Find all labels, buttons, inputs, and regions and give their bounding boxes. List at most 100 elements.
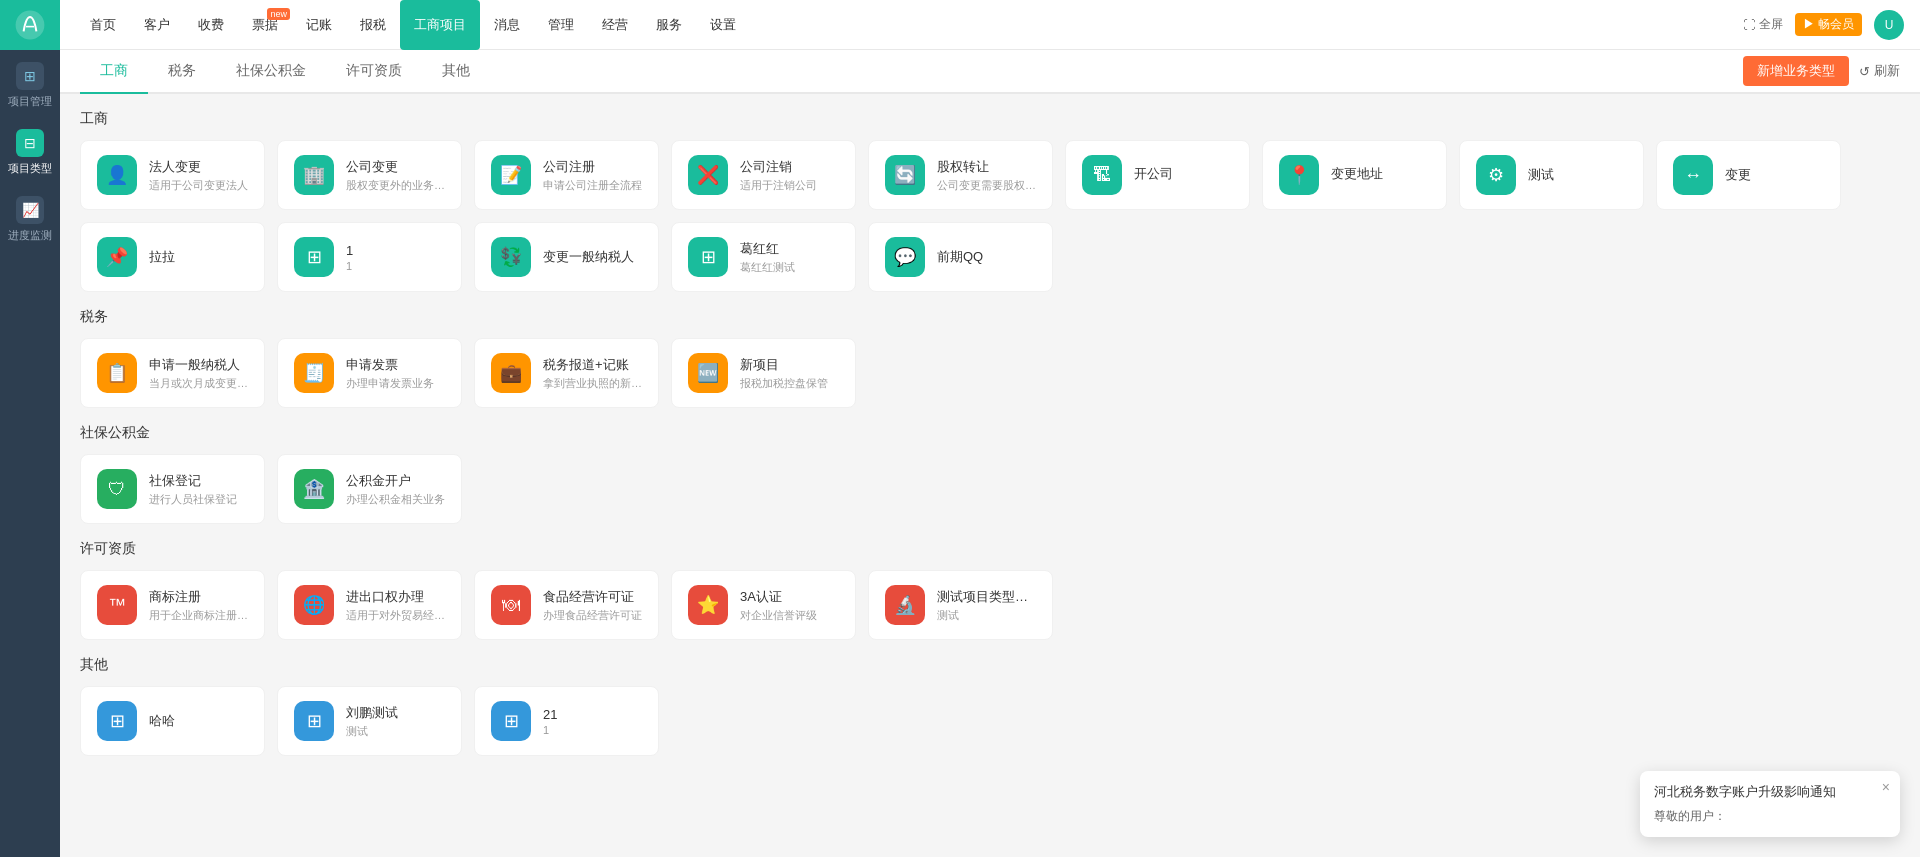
card-open-company[interactable]: 🏗 开公司: [1065, 140, 1250, 210]
svg-point-0: [16, 11, 45, 40]
card-name: 公积金开户: [346, 472, 445, 490]
card-change-taxpayer[interactable]: 💱 变更一般纳税人: [474, 222, 659, 292]
social-cards: 🛡 社保登记 进行人员社保登记 🏦 公积金开户 办理公积金相关业务: [80, 454, 1900, 524]
nav-operation[interactable]: 经营: [588, 0, 642, 50]
card-ge-hong-hong[interactable]: ⊞ 葛红红 葛红红测试: [671, 222, 856, 292]
card-trademark[interactable]: ™ 商标注册 用于企业商标注册服务: [80, 570, 265, 640]
nav-accounting[interactable]: 记账: [292, 0, 346, 50]
card-icon: 🧾: [294, 353, 334, 393]
nav-tax[interactable]: 报税: [346, 0, 400, 50]
sidebar-item-project-type[interactable]: ⊟ 项目类型: [0, 117, 60, 184]
avatar-text: U: [1885, 18, 1894, 32]
card-import-export[interactable]: 🌐 进出口权办理 适用于对外贸易经营者: [277, 570, 462, 640]
nav-manage[interactable]: 管理: [534, 0, 588, 50]
card-name: 测试项目类型目定义: [937, 588, 1036, 606]
card-name: 税务报道+记账: [543, 356, 642, 374]
nav-industry[interactable]: 工商项目: [400, 0, 480, 50]
card-icon: 📋: [97, 353, 137, 393]
sidebar-item-project-manage[interactable]: ⊞ 项目管理: [0, 50, 60, 117]
nav-billing[interactable]: 收费: [184, 0, 238, 50]
card-desc: 办理食品经营许可证: [543, 608, 642, 623]
card-icon: 📌: [97, 237, 137, 277]
notification-popup: × 河北税务数字账户升级影响通知 尊敬的用户：: [1640, 771, 1900, 837]
card-icon: 📝: [491, 155, 531, 195]
card-icon: 🌐: [294, 585, 334, 625]
card-food-license[interactable]: 🍽 食品经营许可证 办理食品经营许可证: [474, 570, 659, 640]
card-desc: 办理申请发票业务: [346, 376, 445, 391]
card-change[interactable]: ↔ 变更: [1656, 140, 1841, 210]
card-pre-qq[interactable]: 💬 前期QQ: [868, 222, 1053, 292]
card-icon: ⊞: [491, 701, 531, 741]
card-icon: ⊞: [294, 237, 334, 277]
card-company-cancel[interactable]: ❌ 公司注销 适用于注销公司: [671, 140, 856, 210]
card-name: 变更: [1725, 166, 1824, 184]
card-icon: ↔: [1673, 155, 1713, 195]
card-company-change[interactable]: 🏢 公司变更 股权变更外的业务变更: [277, 140, 462, 210]
vip-label: 畅会员: [1818, 17, 1854, 31]
card-num1[interactable]: ⊞ 1 1: [277, 222, 462, 292]
sidebar-item-progress-monitor[interactable]: 📈 进度监测: [0, 184, 60, 251]
sidebar-item-label: 项目管理: [8, 94, 52, 109]
nav-customer[interactable]: 客户: [130, 0, 184, 50]
card-fund-open[interactable]: 🏦 公积金开户 办理公积金相关业务: [277, 454, 462, 524]
card-name: 公司注销: [740, 158, 839, 176]
fullscreen-btn[interactable]: ⛶ 全屏: [1743, 16, 1783, 33]
card-desc: 适用于公司变更法人: [149, 178, 248, 193]
card-tax-report-accounting[interactable]: 💼 税务报道+记账 拿到营业执照的新公司: [474, 338, 659, 408]
card-name: 变更一般纳税人: [543, 248, 642, 266]
card-3a-cert[interactable]: ⭐ 3A认证 对企业信誉评级: [671, 570, 856, 640]
card-test-type-define[interactable]: 🔬 测试项目类型目定义 测试: [868, 570, 1053, 640]
tab-industry[interactable]: 工商: [80, 50, 148, 94]
nav-home[interactable]: 首页: [76, 0, 130, 50]
tab-social[interactable]: 社保公积金: [216, 50, 326, 94]
card-liu-peng-test[interactable]: ⊞ 刘鹏测试 测试: [277, 686, 462, 756]
card-icon: ™: [97, 585, 137, 625]
card-social-register[interactable]: 🛡 社保登记 进行人员社保登记: [80, 454, 265, 524]
card-icon: 🍽: [491, 585, 531, 625]
avatar[interactable]: U: [1874, 10, 1904, 40]
card-icon: 🔬: [885, 585, 925, 625]
card-desc: 1: [543, 724, 642, 736]
tab-license[interactable]: 许可资质: [326, 50, 422, 94]
card-name: 新项目: [740, 356, 839, 374]
card-icon: ⊞: [688, 237, 728, 277]
notification-text: 尊敬的用户：: [1654, 807, 1886, 825]
card-company-register[interactable]: 📝 公司注册 申请公司注册全流程: [474, 140, 659, 210]
license-cards: ™ 商标注册 用于企业商标注册服务 🌐 进出口权办理 适用于对外贸易经营者 🍽: [80, 570, 1900, 640]
scroll-content: 工商 👤 法人变更 适用于公司变更法人 🏢 公司变更 股权变更外的业务变更: [60, 94, 1920, 857]
card-desc: 公司变更需要股权转让: [937, 178, 1036, 193]
card-new-project[interactable]: 🆕 新项目 报税加税控盘保管: [671, 338, 856, 408]
refresh-icon: ↺: [1859, 64, 1870, 79]
new-business-button[interactable]: 新增业务类型: [1743, 56, 1849, 86]
card-test[interactable]: ⚙ 测试: [1459, 140, 1644, 210]
nav-settings[interactable]: 设置: [696, 0, 750, 50]
content-area: 工商 税务 社保公积金 许可资质 其他 新增业务类型 ↺ 刷新: [60, 50, 1920, 857]
card-lala[interactable]: 📌 拉拉: [80, 222, 265, 292]
nav-service[interactable]: 服务: [642, 0, 696, 50]
section-license-title: 许可资质: [80, 540, 1900, 558]
nav-right: ⛶ 全屏 ▶ 畅会员 U: [1743, 10, 1904, 40]
nav-message[interactable]: 消息: [480, 0, 534, 50]
nav-invoice[interactable]: 票据 new: [238, 0, 292, 50]
tab-other[interactable]: 其他: [422, 50, 490, 94]
card-icon: 🛡: [97, 469, 137, 509]
card-apply-taxpayer[interactable]: 📋 申请一般纳税人 当月或次月成变更完成: [80, 338, 265, 408]
vip-btn[interactable]: ▶ 畅会员: [1795, 13, 1862, 36]
play-icon: ▶: [1803, 17, 1815, 31]
card-desc: 股权变更外的业务变更: [346, 178, 445, 193]
tab-tax[interactable]: 税务: [148, 50, 216, 94]
card-equity-transfer[interactable]: 🔄 股权转让 公司变更需要股权转让: [868, 140, 1053, 210]
card-desc: 申请公司注册全流程: [543, 178, 642, 193]
card-legal-change[interactable]: 👤 法人变更 适用于公司变更法人: [80, 140, 265, 210]
card-icon: 🏢: [294, 155, 334, 195]
card-ha-ha[interactable]: ⊞ 哈哈: [80, 686, 265, 756]
card-name: 测试: [1528, 166, 1627, 184]
notification-close-button[interactable]: ×: [1882, 779, 1890, 795]
card-num21[interactable]: ⊞ 21 1: [474, 686, 659, 756]
card-apply-invoice[interactable]: 🧾 申请发票 办理申请发票业务: [277, 338, 462, 408]
card-desc: 对企业信誉评级: [740, 608, 839, 623]
card-name: 社保登记: [149, 472, 248, 490]
refresh-button[interactable]: ↺ 刷新: [1859, 62, 1900, 80]
card-icon: 🏦: [294, 469, 334, 509]
card-change-address[interactable]: 📍 变更地址: [1262, 140, 1447, 210]
